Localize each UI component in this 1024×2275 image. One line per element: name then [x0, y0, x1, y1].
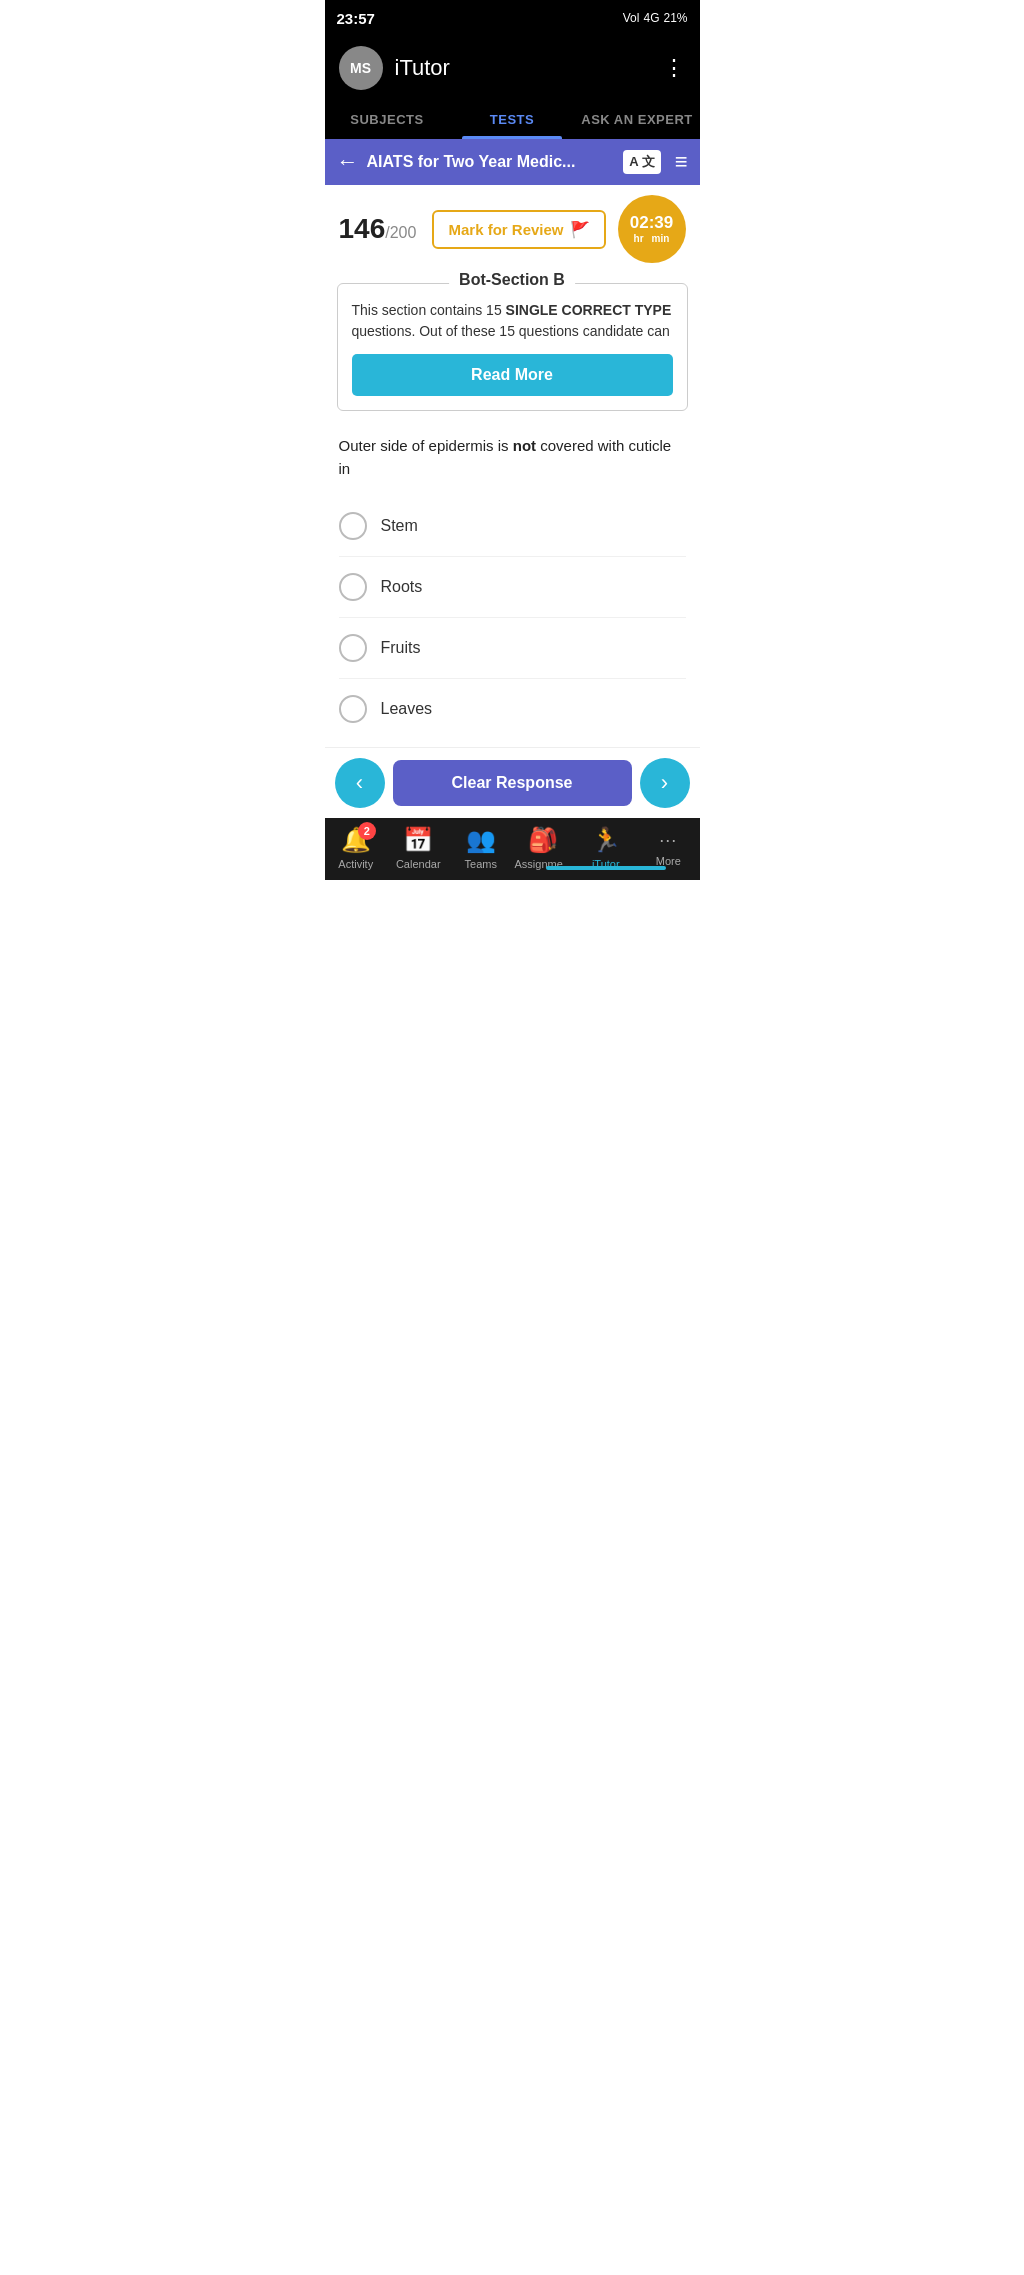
- option-leaves[interactable]: Leaves: [339, 679, 686, 739]
- nav-more-label: More: [656, 855, 681, 867]
- mark-review-label: Mark for Review: [448, 221, 563, 238]
- more-icon: ···: [659, 830, 677, 851]
- section-desc-after: questions. Out of these 15 questions can…: [352, 323, 670, 339]
- option-roots-text: Roots: [381, 578, 423, 596]
- nav-activity[interactable]: 🔔 2 Activity: [325, 826, 388, 870]
- option-fruits[interactable]: Fruits: [339, 618, 686, 679]
- nav-more[interactable]: ··· More: [637, 830, 700, 867]
- nav-teams-label: Teams: [465, 858, 497, 870]
- radio-fruits[interactable]: [339, 634, 367, 662]
- option-leaves-text: Leaves: [381, 700, 433, 718]
- nav-activity-label: Activity: [338, 858, 373, 870]
- options-list: Stem Roots Fruits Leaves: [325, 488, 700, 747]
- nav-calendar[interactable]: 📅 Calendar: [387, 826, 450, 870]
- timer: 02:39 hr min: [618, 195, 686, 263]
- flag-icon: 🚩: [570, 220, 590, 239]
- nav-teams[interactable]: 👥 Teams: [450, 826, 513, 870]
- prev-question-button[interactable]: ‹: [335, 758, 385, 808]
- more-options-button[interactable]: ⋮: [663, 55, 686, 81]
- section-desc-before: This section contains 15: [352, 302, 506, 318]
- bottom-action-bar: ‹ Clear Response ›: [325, 747, 700, 818]
- next-arrow-icon: ›: [661, 770, 668, 796]
- section-description: This section contains 15 SINGLE CORRECT …: [352, 300, 673, 342]
- section-box: Bot-Section B This section contains 15 S…: [337, 283, 688, 411]
- assignments-icon: 🎒: [528, 826, 558, 854]
- nav-calendar-label: Calendar: [396, 858, 441, 870]
- back-button[interactable]: ←: [337, 149, 359, 175]
- timer-labels: hr min: [634, 233, 670, 244]
- question-row: 146/200 Mark for Review 🚩 02:39 hr min: [325, 185, 700, 273]
- question-text: Outer side of epidermis is not covered w…: [325, 421, 700, 488]
- app-title: iTutor: [395, 55, 651, 81]
- option-roots[interactable]: Roots: [339, 557, 686, 618]
- nav-itutor[interactable]: 🏃 iTutor: [575, 826, 638, 870]
- translate-button[interactable]: A 文: [623, 150, 661, 174]
- question-bold: not: [513, 437, 536, 454]
- translate-label: A 文: [629, 153, 655, 171]
- bottom-nav: 🔔 2 Activity 📅 Calendar 👥 Teams 🎒 Assign…: [325, 818, 700, 880]
- itutor-icon: 🏃: [591, 826, 621, 854]
- question-total: /200: [385, 224, 416, 241]
- timer-hr-label: hr: [634, 233, 644, 244]
- option-stem-text: Stem: [381, 517, 418, 535]
- activity-badge: 2: [358, 822, 376, 840]
- section-title: Bot-Section B: [449, 271, 575, 289]
- tab-tests[interactable]: TESTS: [450, 100, 575, 139]
- clear-response-button[interactable]: Clear Response: [393, 760, 632, 806]
- teams-icon: 👥: [466, 826, 496, 854]
- tab-subjects[interactable]: SUBJECTS: [325, 100, 450, 139]
- mark-for-review-button[interactable]: Mark for Review 🚩: [432, 210, 605, 249]
- avatar: MS: [339, 46, 383, 90]
- status-bar: 23:57 Vol 4G 21%: [325, 0, 700, 36]
- radio-stem[interactable]: [339, 512, 367, 540]
- option-stem[interactable]: Stem: [339, 496, 686, 557]
- vol-icon: Vol: [623, 11, 640, 25]
- app-header: MS iTutor ⋮: [325, 36, 700, 100]
- active-nav-indicator: [546, 866, 666, 870]
- radio-roots[interactable]: [339, 573, 367, 601]
- question-before: Outer side of epidermis is: [339, 437, 513, 454]
- calendar-icon: 📅: [403, 826, 433, 854]
- question-number: 146: [339, 213, 386, 244]
- radio-leaves[interactable]: [339, 695, 367, 723]
- timer-time: 02:39: [630, 214, 673, 233]
- status-time: 23:57: [337, 10, 375, 27]
- section-desc-bold: SINGLE CORRECT TYPE: [506, 302, 672, 318]
- nav-tabs: SUBJECTS TESTS ASK AN EXPERT: [325, 100, 700, 139]
- network-icon: 4G: [643, 11, 659, 25]
- battery-icon: 21%: [663, 11, 687, 25]
- status-icons: Vol 4G 21%: [623, 11, 688, 25]
- hamburger-menu-button[interactable]: ≡: [675, 149, 688, 175]
- prev-arrow-icon: ‹: [356, 770, 363, 796]
- tab-ask-expert[interactable]: ASK AN EXPERT: [575, 100, 700, 139]
- question-counter: 146/200: [339, 213, 417, 245]
- test-title: AIATS for Two Year Medic...: [367, 153, 616, 171]
- timer-min-label: min: [652, 233, 670, 244]
- next-question-button[interactable]: ›: [640, 758, 690, 808]
- read-more-button[interactable]: Read More: [352, 354, 673, 396]
- nav-assignments[interactable]: 🎒 Assignme...: [512, 826, 575, 870]
- option-fruits-text: Fruits: [381, 639, 421, 657]
- test-header: ← AIATS for Two Year Medic... A 文 ≡: [325, 139, 700, 185]
